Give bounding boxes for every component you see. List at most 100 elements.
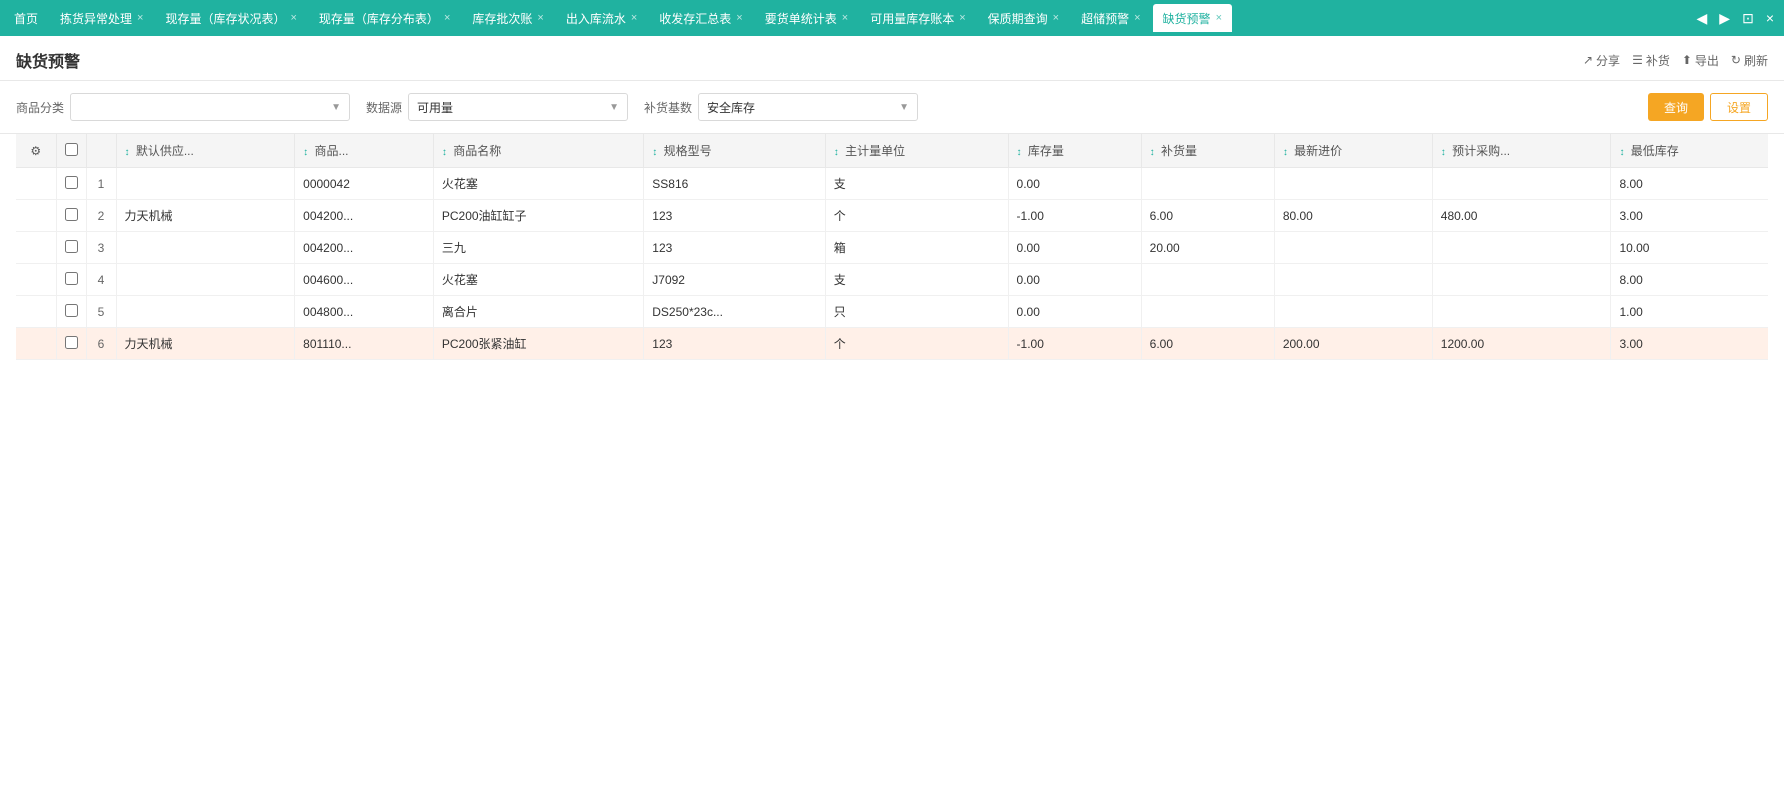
sort-stock-icon[interactable] [1017, 144, 1025, 158]
row-est-purchase-cell [1432, 232, 1611, 264]
col-header-stock[interactable]: 库存量 [1008, 134, 1141, 168]
row-code-cell: 004800... [295, 296, 434, 328]
settings-button[interactable]: 设置 [1710, 93, 1768, 121]
sort-unit-icon[interactable] [834, 144, 842, 158]
col-header-est-purchase[interactable]: 预计采购... [1432, 134, 1611, 168]
row-min-stock-cell: 8.00 [1611, 168, 1768, 200]
sort-supplier-icon[interactable] [125, 144, 133, 158]
tab-overstock[interactable]: 超储预警 × [1071, 4, 1150, 32]
sort-est-purchase-icon[interactable] [1441, 144, 1449, 158]
tab-close-available-ledger[interactable]: × [959, 12, 965, 24]
row-replenish-cell [1141, 168, 1274, 200]
tab-close-inventory-dist[interactable]: × [444, 12, 450, 24]
table-row: 2 力天机械 004200... PC200油缸缸子 123 个 -1.00 6… [16, 200, 1768, 232]
tab-close-overstock[interactable]: × [1134, 12, 1140, 24]
row-check-cell [56, 168, 86, 200]
sort-min-stock-icon[interactable] [1619, 144, 1627, 158]
row-stock-cell: 0.00 [1008, 232, 1141, 264]
tab-home[interactable]: 首页 [4, 4, 48, 32]
tab-bar: 首页 拣货异常处理 × 现存量（库存状况表） × 现存量（库存分布表） × 库存… [0, 0, 1784, 36]
tab-batch-account[interactable]: 库存批次账 × [462, 4, 553, 32]
replenish-base-label: 补货基数 [644, 99, 692, 116]
tab-available-ledger[interactable]: 可用量库存账本 × [860, 4, 975, 32]
sort-latest-price-icon[interactable] [1283, 144, 1291, 158]
filter-actions: 查询 设置 [1648, 93, 1768, 121]
row-unit-cell: 个 [825, 200, 1008, 232]
row-checkbox-1[interactable] [65, 208, 78, 221]
tab-inout-flow[interactable]: 出入库流水 × [556, 4, 647, 32]
col-header-check [56, 134, 86, 168]
col-header-gear[interactable]: ⚙ [16, 134, 56, 168]
row-supplier-cell [116, 168, 295, 200]
col-header-spec[interactable]: 规格型号 [644, 134, 825, 168]
row-spec-cell: SS816 [644, 168, 825, 200]
row-number-cell: 2 [86, 200, 116, 232]
col-header-name[interactable]: 商品名称 [433, 134, 643, 168]
tab-abnormal[interactable]: 拣货异常处理 × [50, 4, 153, 32]
tab-shortage[interactable]: 缺货预警 × [1153, 4, 1232, 32]
query-button[interactable]: 查询 [1648, 93, 1704, 121]
row-checkbox-5[interactable] [65, 336, 78, 349]
row-min-stock-cell: 3.00 [1611, 328, 1768, 360]
sort-code-icon[interactable] [303, 144, 311, 158]
gear-icon[interactable]: ⚙ [30, 144, 41, 158]
row-unit-cell: 只 [825, 296, 1008, 328]
sort-spec-icon[interactable] [652, 144, 660, 158]
tab-close-shortage[interactable]: × [1216, 12, 1222, 24]
tab-close-btn[interactable]: × [1760, 10, 1780, 26]
row-check-cell [56, 328, 86, 360]
tab-close-inout-flow[interactable]: × [631, 12, 637, 24]
row-code-cell: 004200... [295, 200, 434, 232]
row-stock-cell: -1.00 [1008, 200, 1141, 232]
tab-close-requisition-stats[interactable]: × [842, 12, 848, 24]
tab-restore-btn[interactable]: ⊡ [1736, 10, 1760, 27]
row-stock-cell: 0.00 [1008, 296, 1141, 328]
table-row: 4 004600... 火花塞 J7092 支 0.00 8.00 [16, 264, 1768, 296]
tab-prev-btn[interactable]: ◀ [1691, 10, 1714, 27]
row-replenish-cell [1141, 296, 1274, 328]
tab-inventory-dist[interactable]: 现存量（库存分布表） × [309, 4, 460, 32]
tab-next-btn[interactable]: ▶ [1713, 10, 1736, 27]
tab-close-expiry-query[interactable]: × [1053, 12, 1059, 24]
col-header-min-stock[interactable]: 最低库存 [1611, 134, 1768, 168]
header-actions: ↗ 分享 ☰ 补货 ⬆ 导出 ↻ 刷新 [1583, 52, 1768, 69]
row-unit-cell: 箱 [825, 232, 1008, 264]
replenish-btn[interactable]: ☰ 补货 [1632, 52, 1670, 69]
row-checkbox-4[interactable] [65, 304, 78, 317]
tab-expiry-query[interactable]: 保质期查询 × [978, 4, 1069, 32]
row-unit-cell: 支 [825, 264, 1008, 296]
col-header-replenish[interactable]: 补货量 [1141, 134, 1274, 168]
col-header-supplier[interactable]: 默认供应... [116, 134, 295, 168]
sort-name-icon[interactable] [442, 144, 450, 158]
category-select[interactable]: ▼ [70, 93, 350, 121]
tab-close-batch-account[interactable]: × [537, 12, 543, 24]
row-checkbox-3[interactable] [65, 272, 78, 285]
select-all-checkbox[interactable] [65, 143, 78, 156]
row-spec-cell: 123 [644, 232, 825, 264]
tab-inventory-status[interactable]: 现存量（库存状况表） × [155, 4, 306, 32]
main-content: 缺货预警 ↗ 分享 ☰ 补货 ⬆ 导出 ↻ 刷新 商品分类 [0, 36, 1784, 796]
tab-close-receipt-summary[interactable]: × [736, 12, 742, 24]
col-header-unit[interactable]: 主计量单位 [825, 134, 1008, 168]
tab-close-inventory-status[interactable]: × [290, 12, 296, 24]
row-checkbox-2[interactable] [65, 240, 78, 253]
tab-receipt-summary[interactable]: 收发存汇总表 × [649, 4, 752, 32]
row-name-cell: 三九 [433, 232, 643, 264]
row-check-cell [56, 264, 86, 296]
row-check-cell [56, 296, 86, 328]
tab-requisition-stats[interactable]: 要货单统计表 × [755, 4, 858, 32]
tab-close-abnormal[interactable]: × [137, 12, 143, 24]
datasource-select[interactable]: 可用量 ▼ [408, 93, 628, 121]
data-table: ⚙ 默认供应... 商品... [16, 134, 1768, 360]
row-unit-cell: 个 [825, 328, 1008, 360]
row-replenish-cell: 6.00 [1141, 328, 1274, 360]
row-checkbox-0[interactable] [65, 176, 78, 189]
share-btn[interactable]: ↗ 分享 [1583, 52, 1620, 69]
col-header-latest-price[interactable]: 最新进价 [1274, 134, 1432, 168]
replenish-icon: ☰ [1632, 53, 1643, 67]
refresh-btn[interactable]: ↻ 刷新 [1731, 52, 1768, 69]
replenish-base-select[interactable]: 安全库存 ▼ [698, 93, 918, 121]
export-btn[interactable]: ⬆ 导出 [1682, 52, 1719, 69]
col-header-code[interactable]: 商品... [295, 134, 434, 168]
sort-replenish-icon[interactable] [1150, 144, 1158, 158]
